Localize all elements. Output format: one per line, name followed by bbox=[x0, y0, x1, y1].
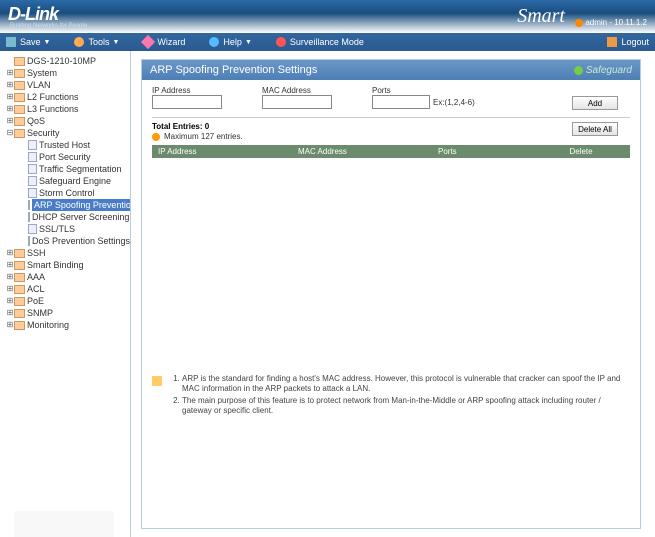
ip-label: IP Address bbox=[152, 86, 222, 95]
panel-title: ARP Spoofing Prevention Settings bbox=[150, 64, 317, 76]
page-icon bbox=[28, 152, 37, 162]
tree-dos[interactable]: DoS Prevention Settings bbox=[15, 235, 128, 247]
note-icon bbox=[152, 376, 162, 386]
ports-input[interactable] bbox=[372, 95, 430, 109]
tree-monitoring[interactable]: ⊞Monitoring bbox=[4, 319, 128, 331]
save-icon bbox=[6, 37, 16, 47]
save-menu[interactable]: Save▼ bbox=[6, 37, 50, 47]
note-1: ARP is the standard for finding a host's… bbox=[182, 374, 630, 394]
folder-icon bbox=[14, 273, 25, 282]
warn-icon bbox=[152, 133, 160, 141]
chevron-down-icon: ▼ bbox=[112, 39, 119, 46]
surveillance-icon bbox=[276, 37, 286, 47]
panel: ARP Spoofing Prevention Settings Safegua… bbox=[141, 59, 641, 529]
add-button[interactable]: Add bbox=[572, 96, 618, 110]
logout-icon bbox=[607, 37, 617, 47]
col-mac: MAC Address bbox=[292, 147, 432, 156]
tree-ssl-tls[interactable]: SSL/TLS bbox=[15, 223, 128, 235]
tree-qos[interactable]: ⊞QoS bbox=[4, 115, 128, 127]
chevron-down-icon: ▼ bbox=[245, 39, 252, 46]
ports-example: Ex:(1,2,4-6) bbox=[433, 98, 475, 107]
user-icon bbox=[575, 19, 583, 27]
notes: ARP is the standard for finding a host's… bbox=[152, 374, 630, 418]
wizard-icon bbox=[141, 35, 155, 49]
tree-l2[interactable]: ⊞L2 Functions bbox=[4, 91, 128, 103]
nav-tree: DGS-1210-10MP ⊞System ⊞VLAN ⊞L2 Function… bbox=[4, 55, 128, 331]
tree-ssh[interactable]: ⊞SSH bbox=[4, 247, 128, 259]
tree-dhcp-screening[interactable]: DHCP Server Screening bbox=[15, 211, 128, 223]
tree-traffic-seg[interactable]: Traffic Segmentation bbox=[15, 163, 128, 175]
tree-storm[interactable]: Storm Control bbox=[15, 187, 128, 199]
tree-smart-binding[interactable]: ⊞Smart Binding bbox=[4, 259, 128, 271]
tree-snmp[interactable]: ⊞SNMP bbox=[4, 307, 128, 319]
safeguard-icon bbox=[574, 66, 583, 75]
page-icon bbox=[28, 176, 37, 186]
logo: D-Link Building Networks for People bbox=[8, 4, 87, 29]
ip-input[interactable] bbox=[152, 95, 222, 109]
ports-label: Ports bbox=[372, 86, 475, 95]
tree-acl[interactable]: ⊞ACL bbox=[4, 283, 128, 295]
sidebar: DGS-1210-10MP ⊞System ⊞VLAN ⊞L2 Function… bbox=[0, 51, 131, 537]
tree-vlan[interactable]: ⊞VLAN bbox=[4, 79, 128, 91]
tree-security[interactable]: ⊟Security bbox=[4, 127, 128, 139]
col-delete: Delete bbox=[532, 147, 630, 156]
tree-device[interactable]: DGS-1210-10MP bbox=[4, 55, 128, 67]
mac-input[interactable] bbox=[262, 95, 332, 109]
smart-logo: Smart bbox=[517, 5, 565, 28]
tree-arp-spoofing[interactable]: ARP Spoofing Prevention bbox=[15, 199, 128, 211]
device-image bbox=[14, 511, 114, 537]
safeguard-badge: Safeguard bbox=[574, 65, 632, 76]
page-icon bbox=[28, 236, 30, 246]
admin-label: admin - 10.11.1.2 bbox=[575, 18, 647, 27]
folder-icon bbox=[14, 261, 25, 270]
folder-icon bbox=[14, 105, 25, 114]
folder-icon bbox=[14, 57, 25, 66]
folder-icon bbox=[14, 93, 25, 102]
tree-safeguard[interactable]: Safeguard Engine bbox=[15, 175, 128, 187]
folder-icon bbox=[14, 285, 25, 294]
tools-menu[interactable]: Tools▼ bbox=[74, 37, 119, 47]
help-menu[interactable]: Help▼ bbox=[209, 37, 251, 47]
folder-icon bbox=[14, 117, 25, 126]
header: D-Link Building Networks for People Smar… bbox=[0, 0, 655, 33]
mac-label: MAC Address bbox=[262, 86, 332, 95]
tree-system[interactable]: ⊞System bbox=[4, 67, 128, 79]
tree-trusted-host[interactable]: Trusted Host bbox=[15, 139, 128, 151]
note-2: The main purpose of this feature is to p… bbox=[182, 396, 630, 416]
main: ARP Spoofing Prevention Settings Safegua… bbox=[131, 51, 655, 537]
page-icon bbox=[28, 200, 30, 210]
max-entries: Maximum 127 entries. bbox=[164, 132, 243, 141]
page-icon bbox=[28, 164, 37, 174]
toolbar: Save▼ Tools▼ Wizard Help▼ Surveillance M… bbox=[0, 33, 655, 51]
grid-header: IP Address MAC Address Ports Delete bbox=[152, 145, 630, 158]
surveillance-button[interactable]: Surveillance Mode bbox=[276, 37, 364, 47]
tree-poe[interactable]: ⊞PoE bbox=[4, 295, 128, 307]
tree-aaa[interactable]: ⊞AAA bbox=[4, 271, 128, 283]
tree-port-security[interactable]: Port Security bbox=[15, 151, 128, 163]
chevron-down-icon: ▼ bbox=[44, 39, 51, 46]
help-icon bbox=[209, 37, 219, 47]
tools-icon bbox=[74, 37, 84, 47]
delete-all-button[interactable]: Delete All bbox=[572, 122, 618, 136]
folder-icon bbox=[14, 81, 25, 90]
logout-button[interactable]: Logout bbox=[607, 37, 649, 47]
page-icon bbox=[28, 212, 30, 222]
folder-icon bbox=[14, 309, 25, 318]
col-ports: Ports bbox=[432, 147, 532, 156]
folder-icon bbox=[14, 129, 25, 138]
folder-icon bbox=[14, 69, 25, 78]
page-icon bbox=[28, 224, 37, 234]
folder-icon bbox=[14, 297, 25, 306]
page-icon bbox=[28, 188, 37, 198]
total-entries: Total Entries: 0 bbox=[152, 122, 630, 131]
page-icon bbox=[28, 140, 37, 150]
panel-header: ARP Spoofing Prevention Settings Safegua… bbox=[142, 60, 640, 80]
folder-icon bbox=[14, 321, 25, 330]
tree-l3[interactable]: ⊞L3 Functions bbox=[4, 103, 128, 115]
wizard-button[interactable]: Wizard bbox=[143, 37, 185, 47]
col-ip: IP Address bbox=[152, 147, 292, 156]
folder-icon bbox=[14, 249, 25, 258]
